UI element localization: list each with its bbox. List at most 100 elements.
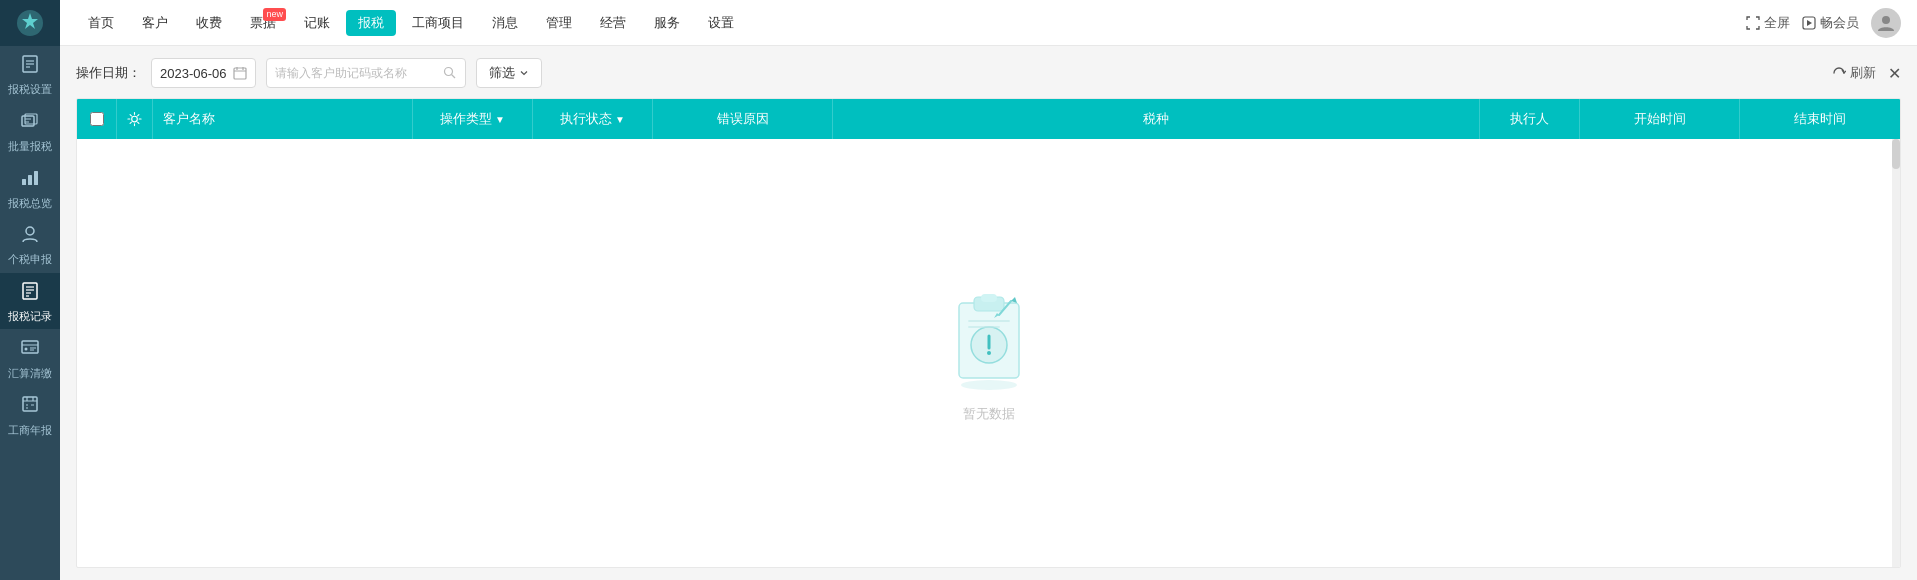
select-all-checkbox[interactable]: [90, 112, 104, 126]
svg-point-38: [444, 68, 452, 76]
nav-xiaox[interactable]: 消息: [480, 10, 530, 36]
table-header: 客户名称 操作类型 ▼ 执行状态 ▼ 错误原因 税种 执行人: [77, 99, 1900, 139]
th-end-time: 结束时间: [1740, 99, 1900, 139]
chevron-down-icon: [519, 68, 529, 78]
table-body: 暂无数据: [77, 139, 1900, 567]
search-placeholder: 请输入客户助记码或名称: [275, 65, 407, 82]
piliang-baoshui-icon: [20, 111, 40, 137]
sidebar-item-piliang-baoshui-label: 批量报税: [8, 139, 52, 153]
svg-rect-23: [23, 397, 37, 411]
nav-baoshui[interactable]: 报税: [346, 10, 396, 36]
svg-rect-43: [981, 294, 997, 302]
th-error-reason: 错误原因: [653, 99, 833, 139]
toolbar-right: 刷新 ✕: [1832, 64, 1901, 83]
empty-illustration: [939, 283, 1039, 393]
huisuan-jiaona-icon: [20, 337, 40, 363]
main-wrapper: 首页 客户 收费 票据 new 记账 报税 工商项目 消息 管理 经营 服务 设…: [60, 0, 1917, 580]
nav-fuwu[interactable]: 服务: [642, 10, 692, 36]
sidebar-item-geshuishenba[interactable]: 个税申报: [0, 216, 60, 273]
svg-rect-18: [22, 341, 38, 353]
svg-point-46: [987, 351, 991, 355]
date-input[interactable]: 2023-06-06: [151, 58, 256, 88]
nav-customer[interactable]: 客户: [130, 10, 180, 36]
sidebar-item-baoshui-jilu[interactable]: 报税记录: [0, 273, 60, 330]
new-badge: new: [263, 8, 286, 22]
svg-marker-51: [1011, 297, 1017, 303]
member-button[interactable]: 畅会员: [1802, 14, 1859, 32]
nav-home[interactable]: 首页: [76, 10, 126, 36]
th-op-type[interactable]: 操作类型 ▼: [413, 99, 533, 139]
baoshui-jilu-icon: [20, 281, 40, 307]
close-button[interactable]: ✕: [1888, 64, 1901, 83]
member-icon: [1802, 16, 1816, 30]
nav-guanli[interactable]: 管理: [534, 10, 584, 36]
sidebar-item-huisuan-jiaona[interactable]: 汇算清缴: [0, 329, 60, 386]
refresh-icon: [1832, 66, 1846, 80]
svg-rect-13: [23, 283, 37, 299]
geshuishenba-icon: [20, 224, 40, 250]
exec-status-sort-icon: ▼: [615, 114, 625, 125]
svg-point-12: [26, 227, 34, 235]
sidebar-item-baoshui-shezhi-label: 报税设置: [8, 82, 52, 96]
sidebar-item-geshuishenba-label: 个税申报: [8, 252, 52, 266]
th-start-time: 开始时间: [1580, 99, 1740, 139]
nav-gongshang-xiangmu[interactable]: 工商项目: [400, 10, 476, 36]
op-type-sort-icon: ▼: [495, 114, 505, 125]
svg-point-20: [25, 348, 28, 351]
scrollbar-thumb[interactable]: [1892, 139, 1900, 169]
table: 客户名称 操作类型 ▼ 执行状态 ▼ 错误原因 税种 执行人: [76, 98, 1901, 568]
nav-jingyin[interactable]: 经营: [588, 10, 638, 36]
svg-rect-10: [28, 175, 32, 185]
baoshui-shezhi-icon: [20, 54, 40, 80]
svg-point-33: [1882, 16, 1890, 24]
svg-marker-31: [1807, 20, 1812, 26]
filter-button[interactable]: 筛选: [476, 58, 542, 88]
th-executor: 执行人: [1480, 99, 1580, 139]
sidebar-item-gongshang-nianbao[interactable]: 工商年报: [0, 386, 60, 443]
nav-jizhang[interactable]: 记账: [292, 10, 342, 36]
sidebar-item-gongshang-nianbao-label: 工商年报: [8, 423, 52, 437]
th-gear[interactable]: [117, 99, 153, 139]
th-checkbox[interactable]: [77, 99, 117, 139]
calendar-icon: [233, 66, 247, 80]
svg-point-40: [132, 116, 138, 122]
topnav-right: 全屏 畅会员: [1746, 8, 1901, 38]
sidebar-logo: [0, 0, 60, 46]
search-box[interactable]: 请输入客户助记码或名称: [266, 58, 466, 88]
baoshui-zongjian-icon: [20, 167, 40, 193]
date-label: 操作日期：: [76, 64, 141, 82]
th-exec-status[interactable]: 执行状态 ▼: [533, 99, 653, 139]
fullscreen-button[interactable]: 全屏: [1746, 14, 1790, 32]
fullscreen-icon: [1746, 16, 1760, 30]
empty-text: 暂无数据: [963, 405, 1015, 423]
svg-rect-9: [22, 179, 26, 185]
svg-rect-34: [234, 68, 246, 79]
svg-rect-11: [34, 171, 38, 185]
th-tax-type: 税种: [833, 99, 1480, 139]
scrollbar[interactable]: [1892, 139, 1900, 567]
gear-icon: [127, 111, 142, 127]
sidebar-item-piliang-baoshui[interactable]: 批量报税: [0, 103, 60, 160]
svg-line-39: [451, 75, 455, 79]
date-value: 2023-06-06: [160, 66, 227, 81]
th-name: 客户名称: [153, 99, 413, 139]
toolbar: 操作日期： 2023-06-06 请输入客户助记码或名称 筛选: [76, 58, 1901, 88]
content: 操作日期： 2023-06-06 请输入客户助记码或名称 筛选: [60, 46, 1917, 580]
sidebar-item-baoshui-zongjian[interactable]: 报税总览: [0, 159, 60, 216]
refresh-label: 刷新: [1850, 64, 1876, 82]
topnav-items: 首页 客户 收费 票据 new 记账 报税 工商项目 消息 管理 经营 服务 设…: [76, 10, 1746, 36]
nav-piaoju[interactable]: 票据 new: [238, 10, 288, 36]
refresh-button[interactable]: 刷新: [1832, 64, 1876, 82]
nav-shezhi[interactable]: 设置: [696, 10, 746, 36]
gongshang-nianbao-icon: [20, 394, 40, 420]
sidebar-item-baoshui-jilu-label: 报税记录: [8, 309, 52, 323]
empty-state: 暂无数据: [939, 283, 1039, 423]
sidebar-item-baoshui-shezhi[interactable]: 报税设置: [0, 46, 60, 103]
nav-shoufei[interactable]: 收费: [184, 10, 234, 36]
sidebar-item-huisuan-jiaona-label: 汇算清缴: [8, 366, 52, 380]
search-icon: [443, 66, 457, 80]
topnav: 首页 客户 收费 票据 new 记账 报税 工商项目 消息 管理 经营 服务 设…: [60, 0, 1917, 46]
sidebar-item-baoshui-zongjian-label: 报税总览: [8, 196, 52, 210]
filter-label: 筛选: [489, 64, 515, 82]
avatar[interactable]: [1871, 8, 1901, 38]
